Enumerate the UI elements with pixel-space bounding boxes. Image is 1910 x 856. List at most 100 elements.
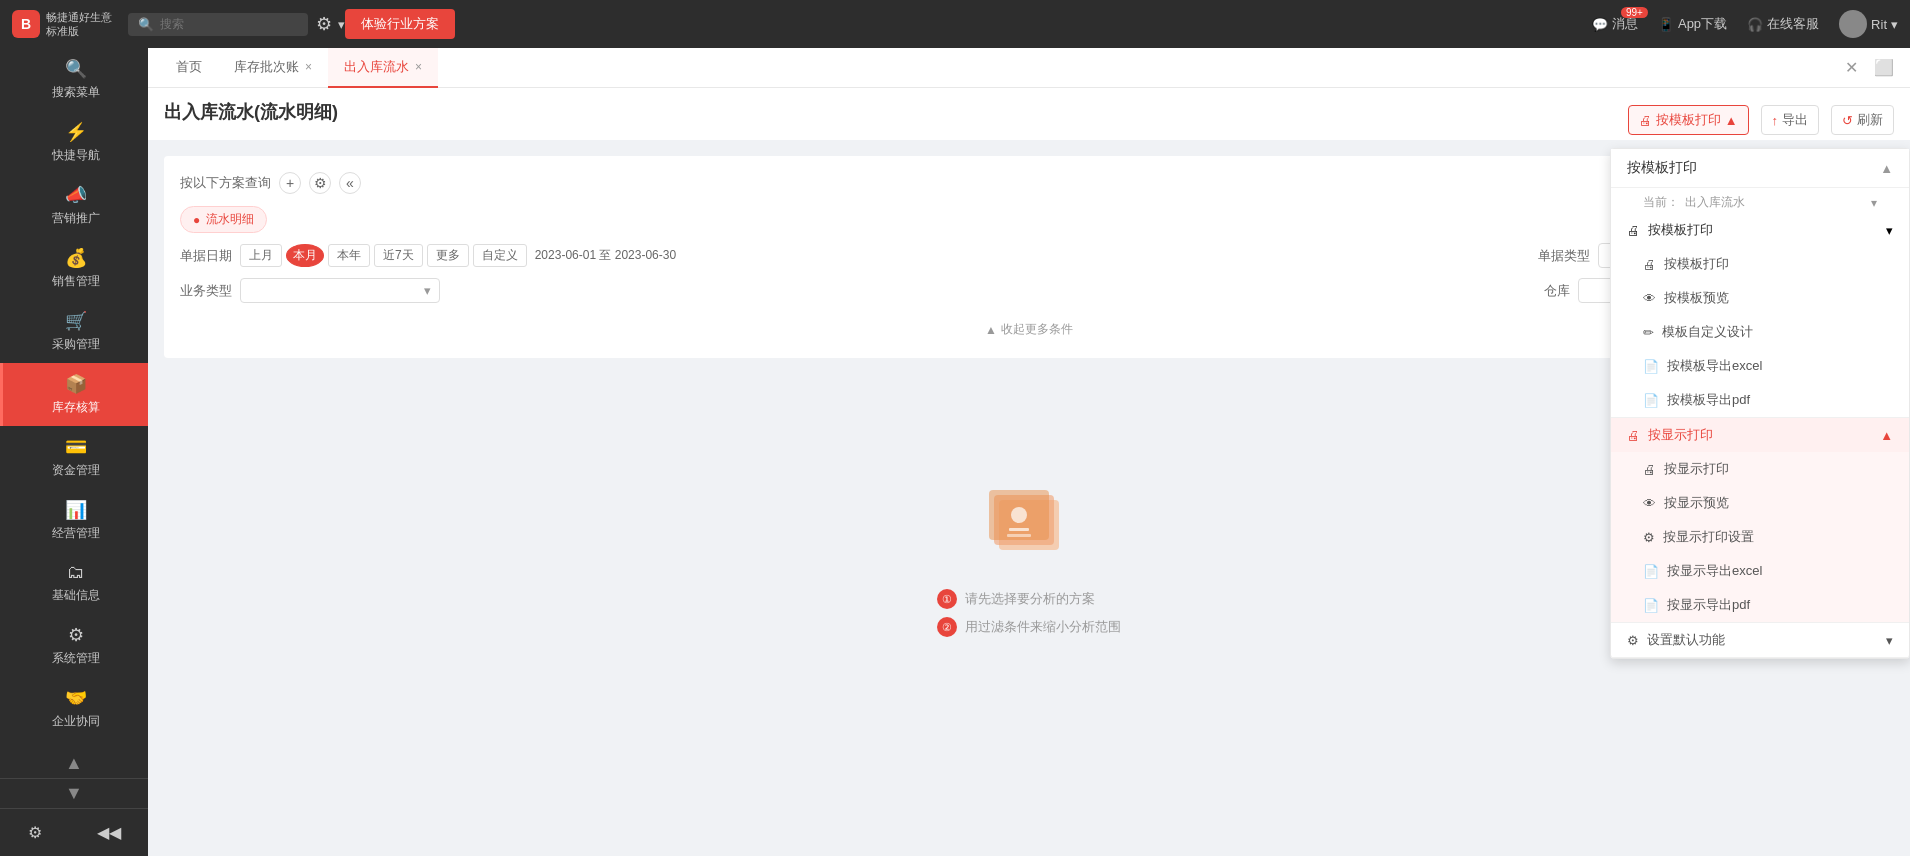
tab-maximize-btn[interactable]: ⬜ xyxy=(1870,54,1898,81)
print-menu-item-template-export-pdf[interactable]: 📄 按模板导出pdf xyxy=(1611,383,1909,417)
top-nav: ⚙ ▾ xyxy=(316,13,345,35)
logo-icon: B xyxy=(12,10,40,38)
logo-area: B 畅捷通好生意 标准版 xyxy=(12,10,112,39)
search-settings-btn[interactable]: ⚙ xyxy=(309,172,331,194)
search-input[interactable] xyxy=(160,17,280,31)
sidebar-item-label: 系统管理 xyxy=(52,650,100,667)
tab-flow[interactable]: 出入库流水 × xyxy=(328,48,438,88)
tab-flow-close[interactable]: × xyxy=(415,60,422,74)
industry-btn[interactable]: 体验行业方案 xyxy=(345,9,455,39)
date-btn-7days[interactable]: 近7天 xyxy=(374,244,423,267)
sidebar-item-operations[interactable]: 📊 经营管理 xyxy=(0,489,148,552)
biz-type-select[interactable]: ▾ xyxy=(240,278,440,303)
search-add-btn[interactable]: + xyxy=(279,172,301,194)
display-preview-icon: 👁 xyxy=(1643,496,1656,511)
print-section-template: 🖨 按模板打印 ▾ 🖨 按模板打印 👁 按模板预览 ✏ xyxy=(1611,213,1909,418)
sidebar-item-marketing[interactable]: 📣 营销推广 xyxy=(0,174,148,237)
template-section-icon: 🖨 xyxy=(1627,223,1640,238)
print-dropdown: 按模板打印 ▲ 当前： 出入库流水 ▾ 🖨 按模板打印 xyxy=(1610,148,1910,659)
avatar xyxy=(1839,10,1867,38)
search-nav-icon: 🔍 xyxy=(65,58,87,80)
sidebar-item-system[interactable]: ⚙ 系统管理 xyxy=(0,614,148,677)
sidebar-scroll-down[interactable]: ▼ xyxy=(65,783,83,804)
tab-home[interactable]: 首页 xyxy=(160,48,218,88)
date-btn-this-year[interactable]: 本年 xyxy=(328,244,370,267)
warehouse-label: 仓库 xyxy=(1544,282,1570,300)
svg-rect-5 xyxy=(1007,534,1031,537)
finance-icon: 💳 xyxy=(65,436,87,458)
print-menu-item-display-export-pdf[interactable]: 📄 按显示导出pdf xyxy=(1611,588,1909,622)
template-export-excel-icon: 📄 xyxy=(1643,359,1659,374)
sidebar-item-purchase[interactable]: 🛒 采购管理 xyxy=(0,300,148,363)
sidebar-item-finance[interactable]: 💳 资金管理 xyxy=(0,426,148,489)
print-menu-item-display-settings[interactable]: ⚙ 按显示打印设置 xyxy=(1611,520,1909,554)
sidebar-item-label: 企业协同 xyxy=(52,713,100,730)
print-menu-item-display-preview[interactable]: 👁 按显示预览 xyxy=(1611,486,1909,520)
print-section-template-header[interactable]: 🖨 按模板打印 ▾ xyxy=(1611,213,1909,247)
sidebar-item-label: 销售管理 xyxy=(52,273,100,290)
print-menu-item-display-print[interactable]: 🖨 按显示打印 xyxy=(1611,452,1909,486)
nav-chevron-icon[interactable]: ▾ xyxy=(338,17,345,32)
sidebar-item-search[interactable]: 🔍 搜索菜单 xyxy=(0,48,148,111)
sidebar-scroll-up[interactable]: ▲ xyxy=(65,753,83,774)
top-bar: B 畅捷通好生意 标准版 🔍 ⚙ ▾ 体验行业方案 💬 消息 99+ 📱 App… xyxy=(0,0,1910,48)
app-container: B 畅捷通好生意 标准版 🔍 ⚙ ▾ 体验行业方案 💬 消息 99+ 📱 App… xyxy=(0,0,1910,856)
sidebar-settings-icon[interactable]: ⚙ xyxy=(22,817,48,848)
date-btn-more[interactable]: 更多 xyxy=(427,244,469,267)
display-export-excel-icon: 📄 xyxy=(1643,564,1659,579)
tab-batch-close[interactable]: × xyxy=(305,60,312,74)
date-btn-custom[interactable]: 自定义 xyxy=(473,244,527,267)
online-service-item[interactable]: 🎧 在线客服 xyxy=(1747,15,1819,33)
print-menu-item-template-preview[interactable]: 👁 按模板预览 xyxy=(1611,281,1909,315)
biz-type-field: 业务类型 ▾ xyxy=(180,278,440,303)
sidebar-item-inventory[interactable]: 📦 库存核算 xyxy=(0,363,148,426)
tab-close-all-btn[interactable]: ✕ xyxy=(1841,54,1862,81)
app-download-item[interactable]: 📱 App下载 xyxy=(1658,15,1727,33)
sidebar-item-basic[interactable]: 🗂 基础信息 xyxy=(0,552,148,614)
sidebar-item-enterprise[interactable]: 🤝 企业协同 xyxy=(0,677,148,740)
collapse-conditions-btn[interactable]: ▲ 收起更多条件 xyxy=(977,317,1081,342)
date-btn-this-month[interactable]: 本月 xyxy=(286,244,324,267)
export-btn[interactable]: ↑ 导出 xyxy=(1761,105,1820,135)
filter-tag[interactable]: ● 流水明细 xyxy=(180,206,267,233)
refresh-btn[interactable]: ↺ 刷新 xyxy=(1831,105,1894,135)
display-section-icon: 🖨 xyxy=(1627,428,1640,443)
message-item[interactable]: 💬 消息 99+ xyxy=(1592,15,1638,33)
print-chevron-up-icon: ▲ xyxy=(1725,113,1738,128)
sidebar-item-label: 库存核算 xyxy=(52,399,100,416)
sidebar-item-sales[interactable]: 💰 销售管理 xyxy=(0,237,148,300)
print-menu-item-template-print[interactable]: 🖨 按模板打印 xyxy=(1611,247,1909,281)
print-template-btn[interactable]: 🖨 按模板打印 ▲ xyxy=(1628,105,1749,135)
sidebar-item-quick-nav[interactable]: ⚡ 快捷导航 xyxy=(0,111,148,174)
print-dropdown-collapse-icon[interactable]: ▲ xyxy=(1880,161,1893,176)
print-section-default: ⚙ 设置默认功能 ▾ xyxy=(1611,623,1909,658)
date-filter-btns: 上月 本月 本年 近7天 更多 自定义 xyxy=(240,244,527,267)
nav-settings-icon[interactable]: ⚙ xyxy=(316,13,332,35)
sidebar-collapse-icon[interactable]: ◀◀ xyxy=(91,817,127,848)
print-menu-item-template-custom[interactable]: ✏ 模板自定义设计 xyxy=(1611,315,1909,349)
print-section-display-header[interactable]: 🖨 按显示打印 ▲ xyxy=(1611,418,1909,452)
page-header: 出入库流水(流水明细) 🖨 按模板打印 ▲ ↑ 导出 ↺ 刷新 xyxy=(148,88,1910,140)
empty-step-1: ① 请先选择要分析的方案 xyxy=(937,589,1121,609)
empty-step-2: ② 用过滤条件来缩小分析范围 xyxy=(937,617,1121,637)
date-field: 单据日期 上月 本月 本年 近7天 更多 自定义 2023-06-01 至 20… xyxy=(180,244,676,267)
refresh-label: 刷新 xyxy=(1857,111,1883,129)
top-bar-right: 💬 消息 99+ 📱 App下载 🎧 在线客服 Rit ▾ xyxy=(1592,10,1898,38)
print-menu-item-template-export-excel[interactable]: 📄 按模板导出excel xyxy=(1611,349,1909,383)
default-settings-item[interactable]: ⚙ 设置默认功能 ▾ xyxy=(1611,623,1909,657)
print-menu-item-display-export-excel[interactable]: 📄 按显示导出excel xyxy=(1611,554,1909,588)
template-preview-icon: 👁 xyxy=(1643,291,1656,306)
search-collapse-btn[interactable]: « xyxy=(339,172,361,194)
doc-type-label: 单据类型 xyxy=(1538,247,1590,265)
tab-batch[interactable]: 库存批次账 × xyxy=(218,48,328,88)
print-icon: 🖨 xyxy=(1639,113,1652,128)
sidebar-item-label: 资金管理 xyxy=(52,462,100,479)
inventory-icon: 📦 xyxy=(65,373,87,395)
top-search[interactable]: 🔍 xyxy=(128,13,308,36)
basic-icon: 🗂 xyxy=(67,562,85,583)
user-area[interactable]: Rit ▾ xyxy=(1839,10,1898,38)
date-btn-last-month[interactable]: 上月 xyxy=(240,244,282,267)
sidebar-bottom: ⚙ ◀◀ xyxy=(0,808,148,856)
logo-text: 畅捷通好生意 标准版 xyxy=(46,10,112,39)
sidebar-item-guide[interactable]: 🌟 新手引导 xyxy=(0,740,148,749)
